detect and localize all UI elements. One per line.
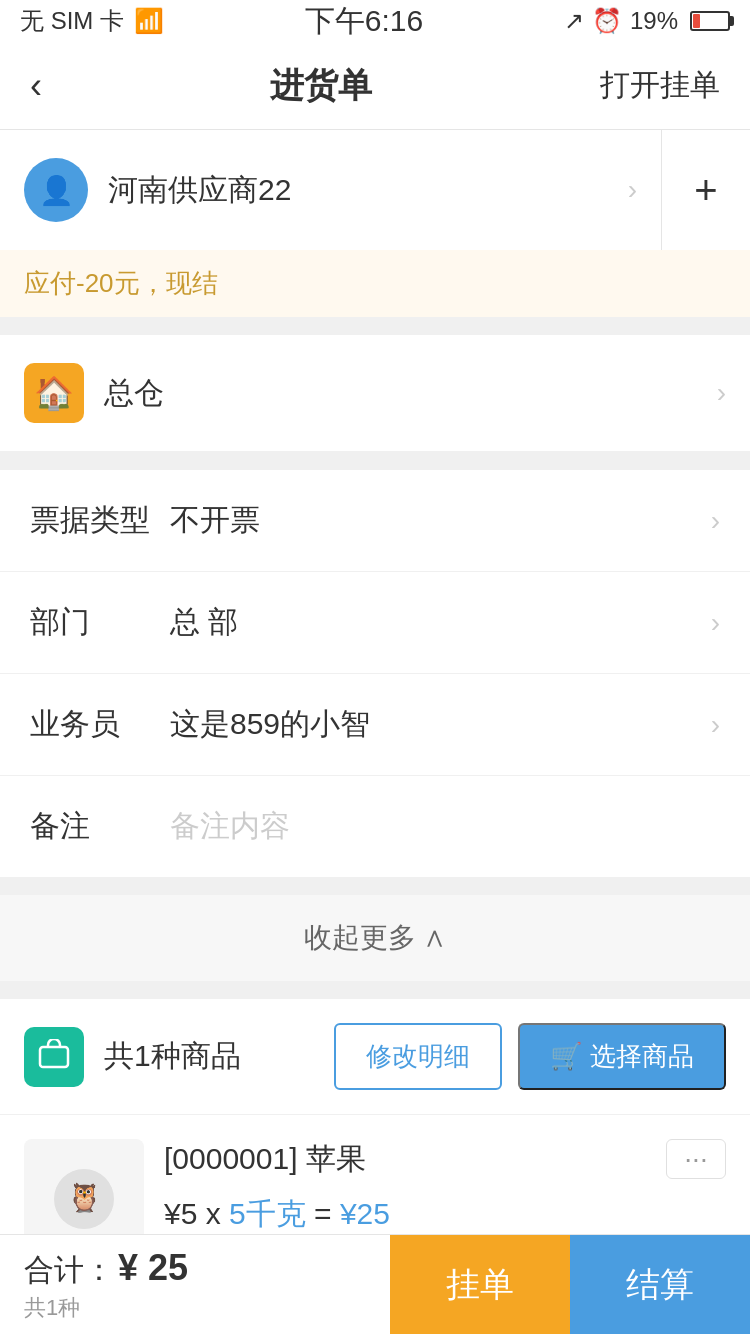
salesperson-label: 业务员 — [30, 704, 170, 745]
battery-text: 19% — [630, 7, 678, 35]
alarm-icon: ⏰ — [592, 7, 622, 35]
checkout-button[interactable]: 结算 — [570, 1235, 750, 1334]
status-bar-time: 下午6:16 — [305, 1, 423, 42]
supplier-selector[interactable]: 👤 河南供应商22 › — [0, 130, 662, 250]
product-name: [0000001] 苹果 — [164, 1139, 666, 1180]
warehouse-selector[interactable]: 🏠 总仓 › — [0, 335, 750, 452]
salesperson-row[interactable]: 业务员 这是859的小智 › — [0, 674, 750, 776]
product-count-text: 共1种商品 — [104, 1036, 334, 1077]
invoice-type-chevron-icon: › — [711, 505, 720, 537]
department-value: 总 部 — [170, 602, 701, 643]
remark-placeholder: 备注内容 — [170, 806, 720, 847]
nav-bar: ‹ 进货单 打开挂单 — [0, 42, 750, 130]
add-icon: + — [694, 168, 717, 213]
invoice-type-row[interactable]: 票据类型 不开票 › — [0, 470, 750, 572]
total-value: ¥25 — [340, 1197, 390, 1230]
warehouse-icon: 🏠 — [24, 363, 84, 423]
invoice-type-label: 票据类型 — [30, 500, 170, 541]
warehouse-name: 总仓 — [104, 373, 707, 414]
form-card: 票据类型 不开票 › 部门 总 部 › 业务员 这是859的小智 › 备注 备注… — [0, 470, 750, 877]
total-amount: ¥ 25 — [118, 1247, 188, 1289]
select-cart-icon: 🛒 — [550, 1041, 582, 1072]
open-pending-button[interactable]: 打开挂单 — [600, 65, 720, 106]
warehouse-card: 🏠 总仓 › — [0, 335, 750, 452]
status-bar: 无 SIM 卡 📶 下午6:16 ↗ ⏰ 19% — [0, 0, 750, 42]
department-row[interactable]: 部门 总 部 › — [0, 572, 750, 674]
salesperson-chevron-icon: › — [711, 709, 720, 741]
product-info: [0000001] 苹果 ¥5 x 5千克 = ¥25 — [164, 1139, 666, 1235]
select-product-label: 选择商品 — [590, 1039, 694, 1074]
select-product-button[interactable]: 🛒 选择商品 — [518, 1023, 726, 1090]
svg-rect-0 — [40, 1047, 68, 1067]
modify-detail-button[interactable]: 修改明细 — [334, 1023, 502, 1090]
wifi-icon: 📶 — [134, 7, 164, 35]
remark-row[interactable]: 备注 备注内容 — [0, 776, 750, 877]
supplier-section: 👤 河南供应商22 › + — [0, 130, 750, 250]
checkout-label: 结算 — [626, 1262, 694, 1308]
svg-text:🦉: 🦉 — [67, 1181, 102, 1214]
collapse-label: 收起更多 ∧ — [304, 919, 447, 957]
page-title: 进货单 — [270, 63, 372, 109]
bottom-bar: 合计： ¥ 25 共1种 挂单 结算 — [0, 1234, 750, 1334]
supplier-avatar: 👤 — [24, 158, 88, 222]
remark-label: 备注 — [30, 806, 170, 847]
quantity-value: 5千克 — [229, 1197, 306, 1230]
salesperson-value: 这是859的小智 — [170, 704, 701, 745]
product-header: 共1种商品 修改明细 🛒 选择商品 — [0, 999, 750, 1115]
status-bar-right: ↗ ⏰ 19% — [564, 7, 730, 35]
product-more-button[interactable]: ··· — [666, 1139, 726, 1179]
location-icon: ↗ — [564, 7, 584, 35]
main-content: 👤 河南供应商22 › + 应付-20元，现结 🏠 总仓 › 票据类型 不开票 … — [0, 130, 750, 1334]
pending-button[interactable]: 挂单 — [390, 1235, 570, 1334]
status-bar-left: 无 SIM 卡 📶 — [20, 5, 164, 37]
avatar-icon: 👤 — [39, 174, 74, 207]
back-button[interactable]: ‹ — [30, 65, 42, 107]
add-supplier-button[interactable]: + — [662, 130, 750, 250]
department-label: 部门 — [30, 602, 170, 643]
carrier-text: 无 SIM 卡 — [20, 5, 124, 37]
payment-hint: 应付-20元，现结 — [0, 250, 750, 317]
total-area: 合计： ¥ 25 共1种 — [0, 1235, 390, 1334]
price-value: ¥5 x — [164, 1197, 229, 1230]
invoice-type-value: 不开票 — [170, 500, 701, 541]
product-price: ¥5 x 5千克 = ¥25 — [164, 1194, 666, 1235]
collapse-row[interactable]: 收起更多 ∧ — [0, 895, 750, 981]
product-count-icon — [24, 1027, 84, 1087]
supplier-name: 河南供应商22 — [108, 170, 618, 211]
total-label: 合计： — [24, 1250, 114, 1291]
total-count: 共1种 — [24, 1293, 366, 1323]
supplier-chevron-icon: › — [628, 174, 637, 206]
warehouse-chevron-icon: › — [717, 377, 726, 409]
equals-sign: = — [314, 1197, 340, 1230]
pending-label: 挂单 — [446, 1262, 514, 1308]
department-chevron-icon: › — [711, 607, 720, 639]
more-dots-icon: ··· — [684, 1143, 707, 1175]
warehouse-glyph: 🏠 — [34, 374, 74, 412]
supplier-card: 👤 河南供应商22 › + — [0, 130, 750, 250]
battery-icon — [690, 11, 730, 31]
